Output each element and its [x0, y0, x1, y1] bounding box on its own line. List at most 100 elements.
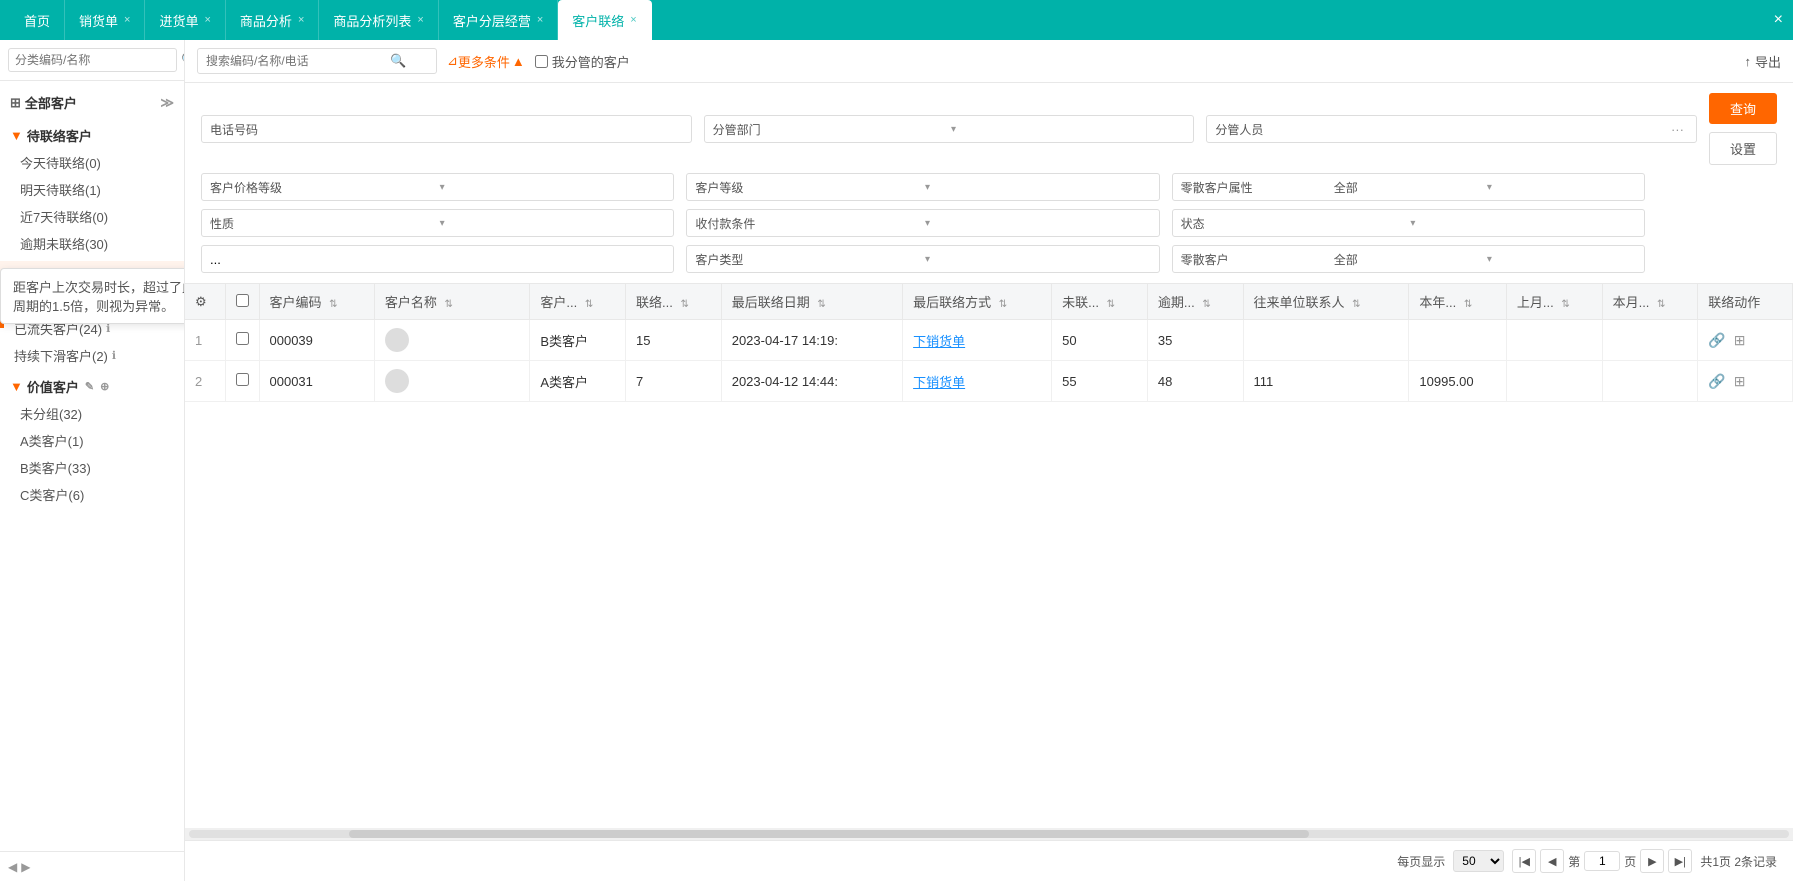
price-level-field[interactable]: 客户价格等级 ▾	[201, 173, 674, 201]
customer-type-field[interactable]: 客户类型 ▾	[686, 245, 1159, 273]
close-segment-tab[interactable]: ×	[537, 14, 543, 26]
action-icons-2: 🔗 ⊞	[1708, 373, 1782, 390]
gender-field[interactable]: 性质 ▾	[201, 209, 674, 237]
dots-field[interactable]: ...	[201, 245, 674, 273]
row-checkbox-2[interactable]	[236, 373, 249, 386]
customer-level-field[interactable]: 客户等级 ▾	[686, 173, 1159, 201]
sidebar-item-class-c[interactable]: C类客户(6)	[0, 481, 184, 508]
sidebar-scroll-right[interactable]: ▶	[21, 860, 30, 874]
manager-dots[interactable]: ···	[1667, 122, 1688, 137]
sort-last-date[interactable]: ⇅	[817, 299, 825, 310]
sort-overdue[interactable]: ⇅	[1202, 299, 1210, 310]
edit-icon[interactable]: ✎	[85, 380, 94, 393]
close-analysis-list-tab[interactable]: ×	[417, 14, 423, 26]
export-button[interactable]: ↑ 导出	[1744, 52, 1781, 71]
current-page-input[interactable]	[1584, 851, 1620, 871]
retail-attr-field[interactable]: 零散客户属性 全部 ▾	[1172, 173, 1645, 201]
sort-last-method[interactable]: ⇅	[999, 299, 1007, 310]
pending-contact-header[interactable]: ▼ 待联络客户	[0, 122, 184, 149]
action-icon-more-1[interactable]: ⊞	[1734, 332, 1746, 349]
sort-this-month[interactable]: ⇅	[1657, 299, 1665, 310]
sidebar-item-ungroup[interactable]: 未分组(32)	[0, 400, 184, 427]
sort-last-month[interactable]: ⇅	[1561, 299, 1569, 310]
sidebar-item-7days[interactable]: 近7天待联络(0)	[0, 203, 184, 230]
ctype-chevron: ▾	[925, 254, 1151, 265]
window-close-button[interactable]: ×	[1774, 11, 1783, 29]
dept-chevron: ▾	[951, 124, 1185, 135]
nav-tab-home[interactable]: 首页	[10, 0, 65, 40]
sort-code[interactable]: ⇅	[329, 299, 337, 310]
sidebar-search-icon[interactable]: 🔍	[181, 52, 185, 68]
row-last-month-2	[1506, 361, 1602, 402]
nav-tab-analysis[interactable]: 商品分析 ×	[226, 0, 319, 40]
sidebar-item-overdue[interactable]: 逾期未联络(30)	[0, 230, 184, 257]
sidebar-item-tomorrow[interactable]: 明天待联络(1)	[0, 176, 184, 203]
row-code-2: 000031	[259, 361, 374, 402]
query-button[interactable]: 查询	[1709, 93, 1777, 124]
horizontal-scrollbar[interactable]	[185, 828, 1793, 840]
next-page-button[interactable]: ▶	[1640, 849, 1664, 873]
sort-name[interactable]: ⇅	[445, 299, 453, 310]
nav-tab-analysis-list[interactable]: 商品分析列表 ×	[319, 0, 438, 40]
sidebar-scroll-left[interactable]: ◀	[8, 860, 17, 874]
manager-field[interactable]: 分管人员 ···	[1206, 115, 1697, 143]
first-page-button[interactable]: |◀	[1512, 849, 1536, 873]
close-contact-tab[interactable]: ×	[630, 14, 636, 26]
scroll-thumb[interactable]	[349, 830, 1309, 838]
sidebar-item-today[interactable]: 今天待联络(0)	[0, 149, 184, 176]
action-icon-link-1[interactable]: 🔗	[1708, 332, 1725, 349]
sort-contacts[interactable]: ⇅	[1352, 299, 1360, 310]
sort-contact[interactable]: ⇅	[681, 299, 689, 310]
sort-type[interactable]: ⇅	[585, 299, 593, 310]
value-customer-header[interactable]: ▼ 价值客户 ✎ ⊕	[0, 373, 184, 400]
last-page-button[interactable]: ▶|	[1668, 849, 1692, 873]
select-all-checkbox[interactable]	[236, 294, 249, 307]
my-customers-check[interactable]	[535, 55, 548, 68]
col-gear[interactable]: ⚙	[185, 284, 225, 320]
row-checkbox-1[interactable]	[236, 332, 249, 345]
last-method-link-1[interactable]: 下销货单	[913, 334, 965, 349]
sort-uncontacted[interactable]: ⇅	[1107, 299, 1115, 310]
nav-tab-customer-contact[interactable]: 客户联络 ×	[558, 0, 651, 40]
col-type: 客户... ⇅	[530, 284, 626, 320]
manager-input[interactable]	[1275, 122, 1667, 136]
close-analysis-tab[interactable]: ×	[298, 14, 304, 26]
phone-input[interactable]	[270, 122, 683, 136]
prev-page-button[interactable]: ◀	[1540, 849, 1564, 873]
sidebar-all-customers[interactable]: ⊞ 全部客户 ≫	[0, 87, 184, 118]
action-icon-more-2[interactable]: ⊞	[1734, 373, 1746, 390]
sidebar-collapse-icon[interactable]: ≫	[160, 95, 174, 111]
nav-tab-customer-segment[interactable]: 客户分层经营 ×	[439, 0, 558, 40]
action-icon-link-2[interactable]: 🔗	[1708, 373, 1725, 390]
last-method-link-2[interactable]: 下销货单	[913, 375, 965, 390]
nav-tab-sales[interactable]: 销货单 ×	[65, 0, 145, 40]
close-purchase-tab[interactable]: ×	[204, 14, 210, 26]
main-search-icon[interactable]: 🔍	[390, 53, 406, 69]
main-search-input[interactable]	[206, 54, 386, 68]
more-conditions-btn[interactable]: ⊿ 更多条件 ▲	[447, 52, 525, 71]
department-field[interactable]: 分管部门 ▾	[704, 115, 1195, 143]
filter-bar: 🔍 ⊿ 更多条件 ▲ 我分管的客户 ↑ 导出	[185, 40, 1793, 83]
col-contact: 联络... ⇅	[626, 284, 722, 320]
sidebar-item-class-b[interactable]: B类客户(33)	[0, 454, 184, 481]
retail-customer-field[interactable]: 零散客户 全部 ▾	[1172, 245, 1645, 273]
sort-this-year[interactable]: ⇅	[1464, 299, 1472, 310]
sidebar-search-input[interactable]	[8, 48, 177, 72]
row-name-1	[374, 320, 529, 361]
row-last-method-2: 下销货单	[903, 361, 1052, 402]
row-name-2	[374, 361, 529, 402]
set-button[interactable]: 设置	[1709, 132, 1777, 165]
sidebar-item-class-a[interactable]: A类客户(1)	[0, 427, 184, 454]
pagination-bar: 每页显示 50 100 200 |◀ ◀ 第 页 ▶ ▶| 共1页 2条记录	[185, 840, 1793, 881]
status-field[interactable]: 状态 ▾	[1172, 209, 1645, 237]
sidebar-item-declining[interactable]: 持续下滑客户(2) ℹ	[0, 342, 184, 369]
phone-field[interactable]: 电话号码	[201, 115, 692, 143]
row-uncontacted-1: 50	[1052, 320, 1148, 361]
my-customers-checkbox[interactable]: 我分管的客户	[535, 52, 630, 71]
close-sales-tab[interactable]: ×	[124, 14, 130, 26]
payment-field[interactable]: 收付款条件 ▾	[686, 209, 1159, 237]
per-page-select[interactable]: 50 100 200	[1453, 850, 1504, 872]
row-action-2: 🔗 ⊞	[1698, 361, 1793, 402]
row-contact-2: 7	[626, 361, 722, 402]
nav-tab-purchase[interactable]: 进货单 ×	[145, 0, 225, 40]
